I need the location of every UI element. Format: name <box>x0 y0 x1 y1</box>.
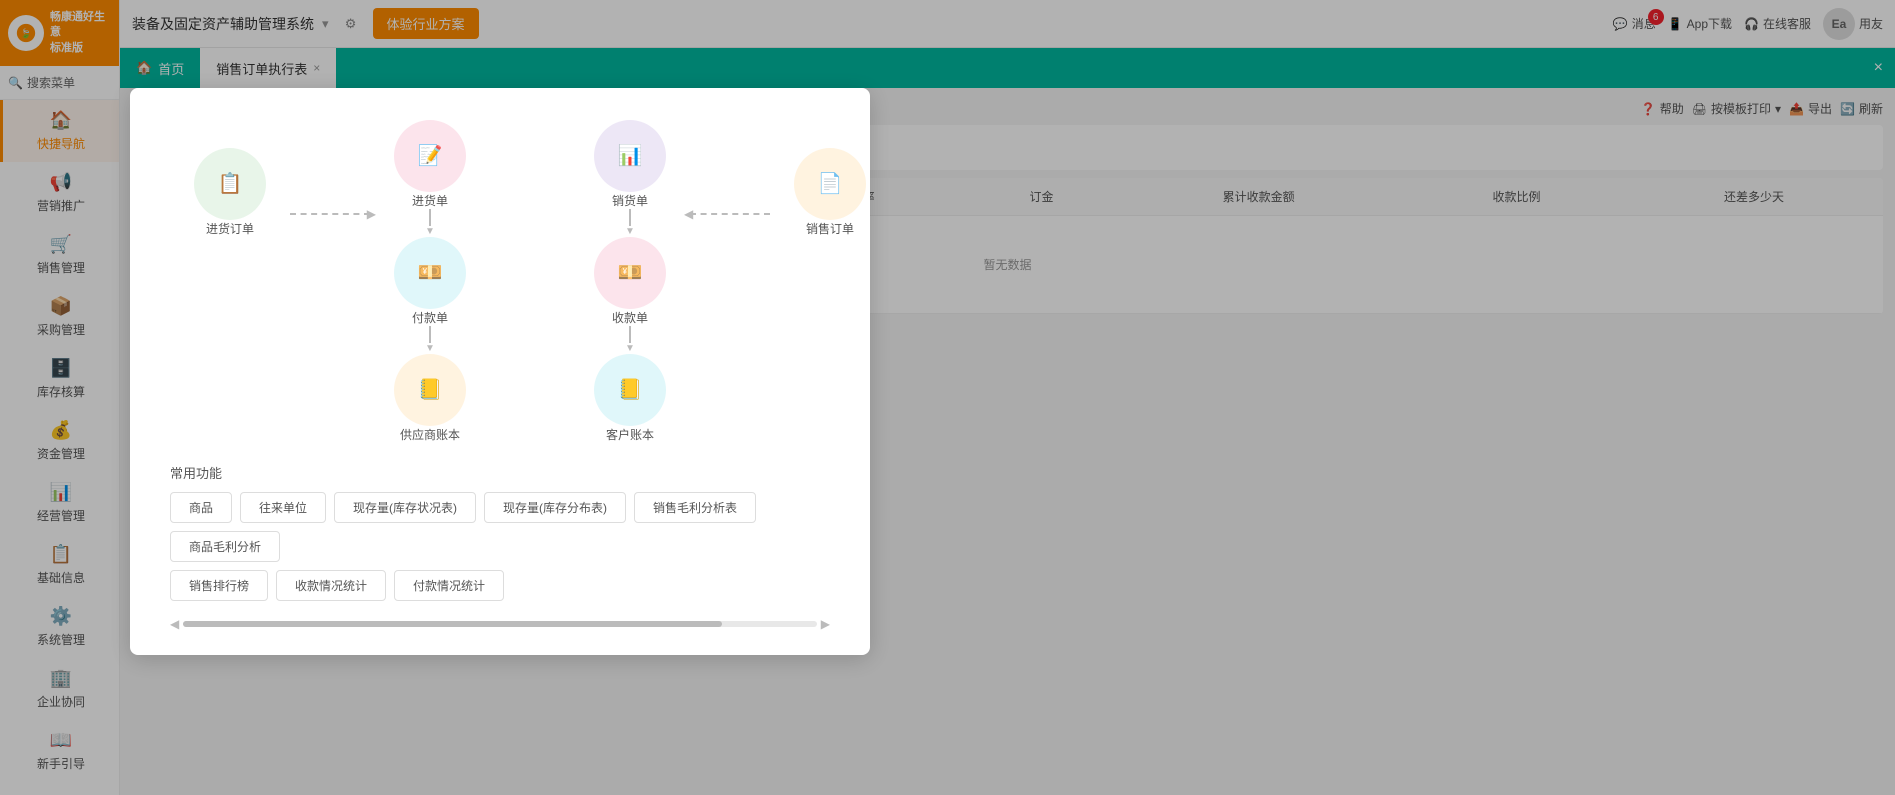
purchase-bill-label: 进货单 <box>412 192 448 209</box>
svg-text:📒: 📒 <box>418 378 443 401</box>
scroll-thumb <box>183 621 722 627</box>
customer-ledger-label: 客户账本 <box>606 426 654 443</box>
modal-scrollbar: ◀ ▶ <box>170 617 830 631</box>
svg-text:📄: 📄 <box>818 171 843 195</box>
payment-circle: 💴 <box>394 237 466 309</box>
purchase-bill-circle: 📝 <box>394 120 466 192</box>
common-functions-title: 常用功能 <box>170 463 830 482</box>
scroll-track[interactable] <box>183 621 817 627</box>
svg-text:💴: 💴 <box>418 262 443 284</box>
purchase-order-label: 进货订单 <box>206 220 254 237</box>
flow-col-purchase-order: 📋 进货订单 <box>170 148 290 237</box>
btn-stock-status[interactable]: 现存量(库存状况表) <box>334 492 476 523</box>
svg-text:📝: 📝 <box>418 143 443 167</box>
common-buttons-row2: 销售排行榜 收款情况统计 付款情况统计 <box>170 570 830 601</box>
flow-col-purchase-bill: 📝 进货单 ▼ <box>370 120 490 237</box>
arrow-rec-down: ▼ <box>625 326 635 354</box>
arrow-so-to-sb: ◀ <box>690 213 770 237</box>
sales-order-label: 销售订单 <box>806 220 854 237</box>
flow-col-receipt: 💴 收款单 ▼ <box>570 237 690 354</box>
svg-text:📊: 📊 <box>618 143 643 167</box>
supplier-ledger-circle: 📒 <box>394 354 466 426</box>
svg-text:📒: 📒 <box>618 378 643 401</box>
svg-text:📋: 📋 <box>218 171 243 195</box>
btn-product[interactable]: 商品 <box>170 492 232 523</box>
btn-receipt-stats[interactable]: 收款情况统计 <box>276 570 386 601</box>
flow-col-customer-ledger: 📒 客户账本 <box>570 354 690 443</box>
scroll-right-arrow[interactable]: ▶ <box>821 617 830 631</box>
btn-sales-rank[interactable]: 销售排行榜 <box>170 570 268 601</box>
scroll-left-arrow[interactable]: ◀ <box>170 617 179 631</box>
btn-counterpart[interactable]: 往来单位 <box>240 492 326 523</box>
arrow-sb-down: ▼ <box>625 209 635 237</box>
btn-stock-dist[interactable]: 现存量(库存分布表) <box>484 492 626 523</box>
supplier-ledger-label: 供应商账本 <box>400 426 460 443</box>
purchase-order-circle: 📋 <box>194 148 266 220</box>
payment-label: 付款单 <box>412 309 448 326</box>
receipt-label: 收款单 <box>612 309 648 326</box>
common-functions: 常用功能 商品 往来单位 现存量(库存状况表) 现存量(库存分布表) 销售毛利分… <box>170 463 830 601</box>
btn-product-margin[interactable]: 商品毛利分析 <box>170 531 280 562</box>
modal-overlay[interactable]: 📋 进货订单 ▶ 📝 进货单 ▼ <box>0 0 1895 795</box>
flow-col-sales-bill: 📊 销货单 ▼ <box>570 120 690 237</box>
arrow-po-to-pb: ▶ <box>290 213 370 237</box>
flow-modal: 📋 进货订单 ▶ 📝 进货单 ▼ <box>130 88 870 655</box>
flow-col-payment: 💴 付款单 ▼ <box>370 237 490 354</box>
flow-col-supplier-ledger: 📒 供应商账本 <box>370 354 490 443</box>
arrow-pay-down: ▼ <box>425 326 435 354</box>
btn-payment-stats[interactable]: 付款情况统计 <box>394 570 504 601</box>
sales-bill-label: 销货单 <box>612 192 648 209</box>
common-buttons-row1: 商品 往来单位 现存量(库存状况表) 现存量(库存分布表) 销售毛利分析表 商品… <box>170 492 830 562</box>
arrow-pb-down: ▼ <box>425 209 435 237</box>
flow-col-sales-order: 📄 销售订单 <box>770 148 890 237</box>
receipt-circle: 💴 <box>594 237 666 309</box>
customer-ledger-circle: 📒 <box>594 354 666 426</box>
btn-sales-analysis[interactable]: 销售毛利分析表 <box>634 492 756 523</box>
sales-order-circle: 📄 <box>794 148 866 220</box>
sales-bill-circle: 📊 <box>594 120 666 192</box>
svg-text:💴: 💴 <box>618 262 643 284</box>
